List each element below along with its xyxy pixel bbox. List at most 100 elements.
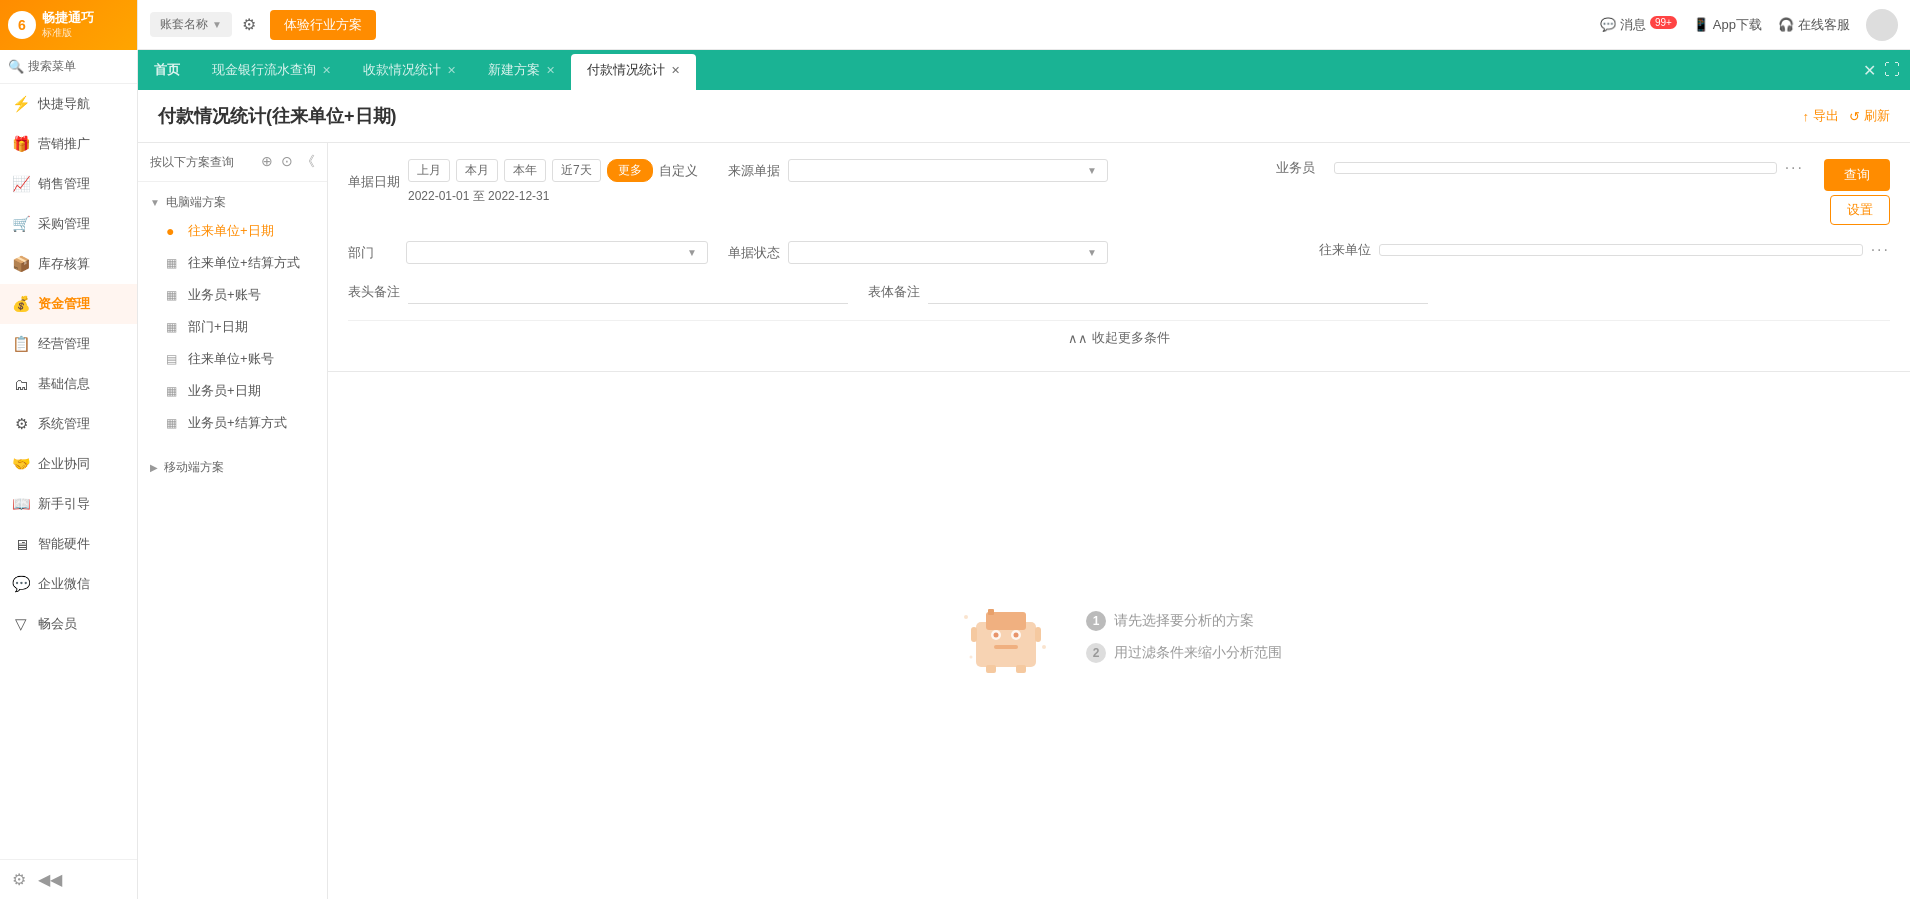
scheme-item-salesman-date[interactable]: ▦ 业务员+日期 <box>138 375 327 407</box>
collapse-more-btn[interactable]: ∧∧ 收起更多条件 <box>348 320 1890 355</box>
scheme-item-label: 业务员+结算方式 <box>188 414 287 432</box>
sidebar-footer: ⚙ ◀◀ <box>0 859 137 899</box>
scheme-collapse-icon[interactable]: 《 <box>301 153 315 171</box>
sidebar-item-wechat[interactable]: 💬 企业微信 <box>0 564 137 604</box>
pc-group-label: 电脑端方案 <box>166 194 226 211</box>
sidebar-item-label: 经营管理 <box>38 335 90 353</box>
filter-group-date: 单据日期 上月 本月 本年 近7天 更多 自定义 <box>348 159 708 205</box>
date-range-value: 2022-01-01 至 2022-12-31 <box>408 188 698 205</box>
salesman-filter-label: 业务员 <box>1276 159 1326 177</box>
settings-icon[interactable]: ⚙ <box>242 15 256 34</box>
body-note-input[interactable] <box>928 280 1428 304</box>
scheme-item-dept-date[interactable]: ▦ 部门+日期 <box>138 311 327 343</box>
sidebar-item-purchase[interactable]: 🛒 采购管理 <box>0 204 137 244</box>
header-note-input[interactable] <box>408 280 848 304</box>
filter-group-dept: 部门 ▼ <box>348 241 708 264</box>
tab-receipt-stats[interactable]: 收款情况统计 ✕ <box>347 50 472 90</box>
basic-info-icon: 🗂 <box>12 376 30 393</box>
tabbar-actions: ✕ ⛶ <box>1853 50 1910 90</box>
source-filter-label: 来源单据 <box>728 162 780 180</box>
counterpart-select[interactable] <box>1379 244 1863 256</box>
tab-cash-flow-close[interactable]: ✕ <box>322 64 331 77</box>
scheme-item-salesman-settle[interactable]: ▦ 业务员+结算方式 <box>138 407 327 439</box>
query-button[interactable]: 查询 <box>1824 159 1890 191</box>
dept-select-arrow-icon: ▼ <box>687 247 697 258</box>
tab-payment-stats-close[interactable]: ✕ <box>671 64 680 77</box>
salesman-select[interactable] <box>1334 162 1777 174</box>
sidebar-item-marketing[interactable]: 🎁 营销推广 <box>0 124 137 164</box>
tip-1-text: 请先选择要分析的方案 <box>1114 612 1254 630</box>
date-btn-last-month[interactable]: 上月 <box>408 159 450 182</box>
scheme-panel-title: 按以下方案查询 <box>150 154 234 171</box>
trial-button[interactable]: 体验行业方案 <box>270 10 376 40</box>
date-btn-this-year[interactable]: 本年 <box>504 159 546 182</box>
pc-group-arrow-icon: ▼ <box>150 197 160 208</box>
tabbar: 首页 现金银行流水查询 ✕ 收款情况统计 ✕ 新建方案 ✕ 付款情况统计 ✕ ✕… <box>138 50 1910 90</box>
online-service-btn[interactable]: 🎧 在线客服 <box>1778 16 1850 34</box>
date-custom-label[interactable]: 自定义 <box>659 162 698 180</box>
scheme-item-counterpart-settle[interactable]: ▦ 往来单位+结算方式 <box>138 247 327 279</box>
date-btn-more[interactable]: 更多 <box>607 159 653 182</box>
scheme-panel: 按以下方案查询 ⊕ ⊙ 《 ▼ 电脑端方案 ● 往来单位+日期 <box>138 143 328 899</box>
tab-home[interactable]: 首页 <box>138 50 196 90</box>
tab-new-scheme[interactable]: 新建方案 ✕ <box>472 50 571 90</box>
maximize-icon[interactable]: ⛶ <box>1884 61 1900 79</box>
source-select[interactable]: ▼ <box>788 159 1108 182</box>
main-area: 账套名称 ▼ ⚙ 体验行业方案 💬 消息 99+ 📱 App下载 🎧 在线客服 … <box>138 0 1910 899</box>
doc-status-select[interactable]: ▼ <box>788 241 1108 264</box>
tab-new-scheme-close[interactable]: ✕ <box>546 64 555 77</box>
scheme-item-label: 业务员+日期 <box>188 382 261 400</box>
sidebar-item-quick-nav[interactable]: ⚡ 快捷导航 <box>0 84 137 124</box>
search-menu[interactable]: 🔍 搜索菜单 <box>0 50 137 84</box>
scheme-settings-icon[interactable]: ⊙ <box>281 153 293 171</box>
tab-new-scheme-label: 新建方案 <box>488 61 540 79</box>
counterpart-dots-icon[interactable]: ··· <box>1871 241 1890 259</box>
sidebar-item-member[interactable]: ▽ 畅会员 <box>0 604 137 644</box>
tab-cash-flow[interactable]: 现金银行流水查询 ✕ <box>196 50 347 90</box>
sidebar-item-guide[interactable]: 📖 新手引导 <box>0 484 137 524</box>
export-icon: ↑ <box>1803 109 1810 124</box>
add-scheme-icon[interactable]: ⊕ <box>261 153 273 171</box>
wechat-icon: 💬 <box>12 575 30 593</box>
settings-footer-icon[interactable]: ⚙ <box>12 870 26 889</box>
scheme-item-salesman-account[interactable]: ▦ 业务员+账号 <box>138 279 327 311</box>
scheme-item-counterpart-account[interactable]: ▤ 往来单位+账号 <box>138 343 327 375</box>
sales-icon: 📈 <box>12 175 30 193</box>
account-selector[interactable]: 账套名称 ▼ <box>150 12 232 37</box>
scheme-item-label: 往来单位+日期 <box>188 222 274 240</box>
sidebar-item-system[interactable]: ⚙ 系统管理 <box>0 404 137 444</box>
sidebar-item-operations[interactable]: 📋 经营管理 <box>0 324 137 364</box>
salesman-dots-icon[interactable]: ··· <box>1785 159 1804 177</box>
refresh-button[interactable]: ↺ 刷新 <box>1849 107 1890 125</box>
user-avatar[interactable] <box>1866 9 1898 41</box>
collapse-sidebar-icon[interactable]: ◀◀ <box>38 870 62 889</box>
sidebar-item-inventory[interactable]: 📦 库存核算 <box>0 244 137 284</box>
scheme-item-counterpart-date[interactable]: ● 往来单位+日期 <box>138 215 327 247</box>
sidebar-item-smart-hw[interactable]: 🖥 智能硬件 <box>0 524 137 564</box>
app-download-btn[interactable]: 📱 App下载 <box>1693 16 1762 34</box>
svg-rect-10 <box>1016 665 1026 673</box>
sidebar-item-sales[interactable]: 📈 销售管理 <box>0 164 137 204</box>
refresh-label: 刷新 <box>1864 107 1890 125</box>
sidebar-item-basic-info[interactable]: 🗂 基础信息 <box>0 364 137 404</box>
dept-select[interactable]: ▼ <box>406 241 708 264</box>
setting-button[interactable]: 设置 <box>1830 195 1890 225</box>
result-area: 单据日期 上月 本月 本年 近7天 更多 自定义 <box>328 143 1910 899</box>
close-all-tabs-icon[interactable]: ✕ <box>1863 61 1876 80</box>
sidebar-item-label: 新手引导 <box>38 495 90 513</box>
sidebar-item-finance[interactable]: 💰 资金管理 <box>0 284 137 324</box>
topbar: 账套名称 ▼ ⚙ 体验行业方案 💬 消息 99+ 📱 App下载 🎧 在线客服 <box>138 0 1910 50</box>
date-btn-last-7-days[interactable]: 近7天 <box>552 159 601 182</box>
tab-home-label: 首页 <box>154 61 180 79</box>
scheme-group-pc-header[interactable]: ▼ 电脑端方案 <box>138 190 327 215</box>
account-name: 账套名称 <box>160 16 208 33</box>
sidebar-item-cooperation[interactable]: 🤝 企业协同 <box>0 444 137 484</box>
tab-receipt-stats-close[interactable]: ✕ <box>447 64 456 77</box>
filter-group-counterpart: 往来单位 ··· <box>1319 241 1890 259</box>
date-btn-this-month[interactable]: 本月 <box>456 159 498 182</box>
scheme-item-icon: ▦ <box>166 256 180 270</box>
tab-payment-stats[interactable]: 付款情况统计 ✕ <box>571 54 696 90</box>
scheme-group-mobile-header[interactable]: ▶ 移动端方案 <box>138 455 327 480</box>
export-button[interactable]: ↑ 导出 <box>1803 107 1840 125</box>
notifications-btn[interactable]: 💬 消息 99+ <box>1600 16 1677 34</box>
